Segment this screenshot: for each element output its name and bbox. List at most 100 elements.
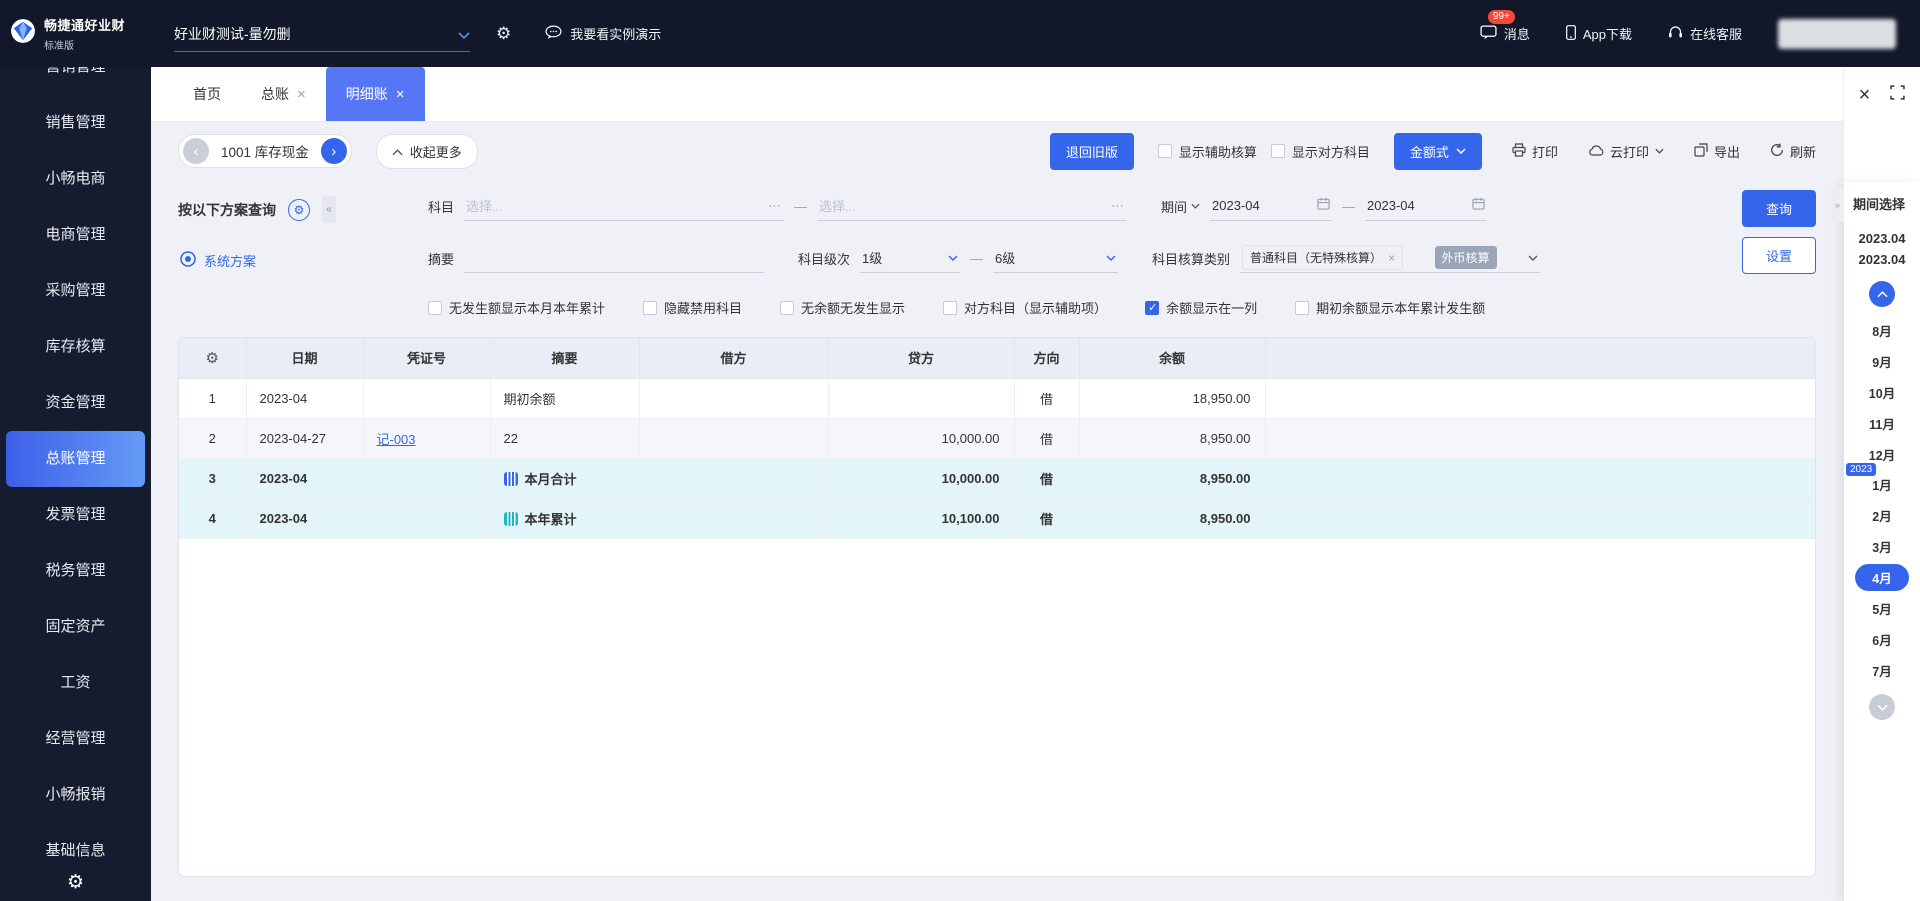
sidebar-item-6[interactable]: 库存核算 — [0, 319, 151, 375]
more-icon[interactable]: ⋯ — [768, 198, 782, 214]
printer-icon — [1512, 142, 1526, 160]
category-select[interactable]: 普通科目（无特殊核算） × 外币核算 — [1240, 243, 1541, 273]
sidebar-item-5[interactable]: 采购管理 — [0, 263, 151, 319]
sidebar-item-2[interactable]: 销售管理 — [0, 95, 151, 151]
period-from-input[interactable]: 2023-04 — [1210, 191, 1333, 221]
tab-1[interactable]: 首页 — [173, 67, 241, 121]
scheme-collapse-handle[interactable]: « — [322, 196, 336, 223]
query-option-3[interactable]: 无余额无发生显示 — [780, 298, 905, 317]
company-selector-value: 好业财测试-量勿删 — [174, 25, 291, 42]
query-option-1[interactable]: 无发生额显示本月本年累计 — [428, 298, 605, 317]
voucher-link[interactable]: 记-003 — [377, 432, 416, 447]
close-icon[interactable]: × — [396, 86, 405, 103]
header-3: 摘要 — [489, 338, 640, 379]
refresh-button[interactable]: 刷新 — [1770, 142, 1816, 161]
demo-link[interactable]: 我要看实例演示 — [545, 24, 661, 43]
remove-tag-icon[interactable]: × — [1388, 251, 1395, 265]
checkbox-label: 显示对方科目 — [1291, 144, 1370, 160]
company-selector[interactable]: 好业财测试-量勿删 — [174, 24, 470, 52]
prev-account-button[interactable]: ‹ — [183, 138, 209, 164]
period-month-3[interactable]: 10月 — [1855, 377, 1909, 408]
next-account-button[interactable]: › — [320, 138, 347, 164]
sidebar-item-3[interactable]: 小畅电商 — [0, 151, 151, 207]
sidebar-item-7[interactable]: 资金管理 — [0, 375, 151, 431]
summary-input[interactable] — [464, 243, 765, 273]
sidebar-item-12[interactable]: 工资 — [0, 655, 151, 711]
workspace: ‹ 1001 库存现金 › 收起更多 退回旧版 显示辅助核算 显示对方科目 金额式 — [151, 122, 1843, 901]
tab-3[interactable]: 明细账 × — [325, 67, 425, 121]
period-month-4[interactable]: 11月 — [1855, 408, 1909, 439]
scheme-gear-icon[interactable]: ⚙ — [288, 198, 310, 221]
sidebar-item-11[interactable]: 固定资产 — [0, 599, 151, 655]
table-row-4[interactable]: 4 2023-04 本年累计 10,100.00 借 8,950.00 — [179, 498, 1815, 539]
online-service-button[interactable]: 在线客服 — [1668, 24, 1742, 43]
fullscreen-icon[interactable] — [1890, 84, 1906, 105]
subject-to-input[interactable]: 选择... ⋯ — [817, 191, 1128, 221]
topbar-settings-gear-icon[interactable]: ⚙ — [496, 24, 511, 44]
category-label: 科目核算类别 — [1152, 251, 1231, 267]
period-to-input[interactable]: 2023-04 — [1365, 191, 1488, 221]
sidebar-item-10[interactable]: 税务管理 — [0, 543, 151, 599]
table-row-3[interactable]: 3 2023-04 本月合计 10,000.00 借 8,950.00 — [179, 458, 1815, 499]
tab-2[interactable]: 总账 × — [241, 67, 326, 121]
query-option-6[interactable]: 期初余额显示本年累计发生额 — [1295, 298, 1485, 317]
period-panel-collapse-handle[interactable]: » — [1831, 188, 1844, 222]
month-list: 8月 9月 10月 11月 12月 2023 1月 2月 3月 4月 5月 6月 7月 — [1846, 315, 1916, 686]
user-name-redacted[interactable] — [1778, 18, 1896, 49]
search-button[interactable]: 查询 — [1742, 190, 1816, 227]
level-from-select[interactable]: 1级 — [860, 243, 961, 273]
toolbar-checkbox-2[interactable]: 显示对方科目 — [1270, 142, 1370, 161]
cell-summary: 22 — [489, 418, 640, 459]
period-month-10[interactable]: 5月 — [1855, 593, 1909, 624]
subject-from-input[interactable]: 选择... ⋯ — [464, 191, 785, 221]
period-month-11[interactable]: 6月 — [1855, 624, 1909, 655]
table-row-2[interactable]: 2 2023-04-27 记-003 22 10,000.00 借 8,950.00 — [179, 418, 1815, 459]
query-option-4[interactable]: 对方科目（显示辅助项） — [943, 298, 1107, 317]
checkbox-icon — [943, 300, 958, 315]
sidebar-item-14[interactable]: 小畅报销 — [0, 767, 151, 823]
export-button[interactable]: 导出 — [1694, 142, 1740, 161]
cell-date: 2023-04 — [245, 378, 364, 419]
sidebar-item-4[interactable]: 电商管理 — [0, 207, 151, 263]
table-row-1[interactable]: 1 2023-04 期初余额 借 18,950.00 — [179, 378, 1815, 419]
sidebar-item-13[interactable]: 经营管理 — [0, 711, 151, 767]
period-month-12[interactable]: 7月 — [1855, 655, 1909, 686]
cell-date: 2023-04 — [245, 498, 364, 539]
sidebar-item-9[interactable]: 发票管理 — [0, 487, 151, 543]
scheme-item-system[interactable]: 系统方案 — [178, 251, 428, 270]
period-month-9[interactable]: 4月 — [1855, 564, 1909, 591]
toolbar-checkbox-1[interactable]: 显示辅助核算 — [1157, 142, 1257, 161]
close-icon[interactable]: × — [297, 86, 306, 103]
sidebar-item-1[interactable]: 营销管理 — [0, 67, 151, 95]
period-type-dropdown[interactable]: 期间 — [1161, 197, 1200, 216]
period-month-2[interactable]: 9月 — [1855, 346, 1909, 377]
period-month-8[interactable]: 3月 — [1855, 531, 1909, 562]
print-button[interactable]: 打印 — [1512, 142, 1558, 161]
sidebar-settings-gear-icon[interactable]: ⚙ — [67, 871, 84, 894]
messages-button[interactable]: 99+ 消息 — [1480, 10, 1530, 43]
sidebar-item-8[interactable]: 总账管理 — [6, 431, 145, 487]
settings-button[interactable]: 设置 — [1742, 237, 1816, 274]
header-2: 凭证号 — [362, 338, 491, 379]
checkbox-icon — [643, 300, 658, 315]
back-to-old-version-button[interactable]: 退回旧版 — [1049, 132, 1134, 170]
query-option-2[interactable]: 隐藏禁用科目 — [643, 298, 742, 317]
period-month-1[interactable]: 8月 — [1855, 315, 1909, 346]
scroll-up-button[interactable] — [1869, 281, 1895, 307]
collapse-more-button[interactable]: 收起更多 — [375, 133, 478, 169]
level-to-select[interactable]: 6级 — [993, 243, 1119, 273]
amount-format-dropdown[interactable]: 金额式 — [1393, 132, 1482, 170]
header-gear-cell[interactable]: ⚙ — [179, 338, 247, 379]
checkbox-label: 期初余额显示本年累计发生额 — [1316, 301, 1486, 316]
period-month-7[interactable]: 2月 — [1855, 500, 1909, 531]
cloud-print-button[interactable]: 云打印 — [1588, 142, 1664, 161]
category-tag-foreign-currency[interactable]: 外币核算 — [1434, 246, 1497, 269]
category-tag-normal[interactable]: 普通科目（无特殊核算） × — [1242, 245, 1404, 270]
close-tab-icon[interactable]: × — [1859, 85, 1871, 105]
query-option-5[interactable]: 余额显示在一列 — [1145, 298, 1257, 317]
cell-voucher — [362, 498, 491, 539]
gear-icon[interactable]: ⚙ — [206, 350, 219, 367]
app-download-button[interactable]: App下载 — [1565, 24, 1632, 43]
scroll-down-button[interactable] — [1869, 694, 1895, 720]
more-icon[interactable]: ⋯ — [1111, 198, 1125, 214]
